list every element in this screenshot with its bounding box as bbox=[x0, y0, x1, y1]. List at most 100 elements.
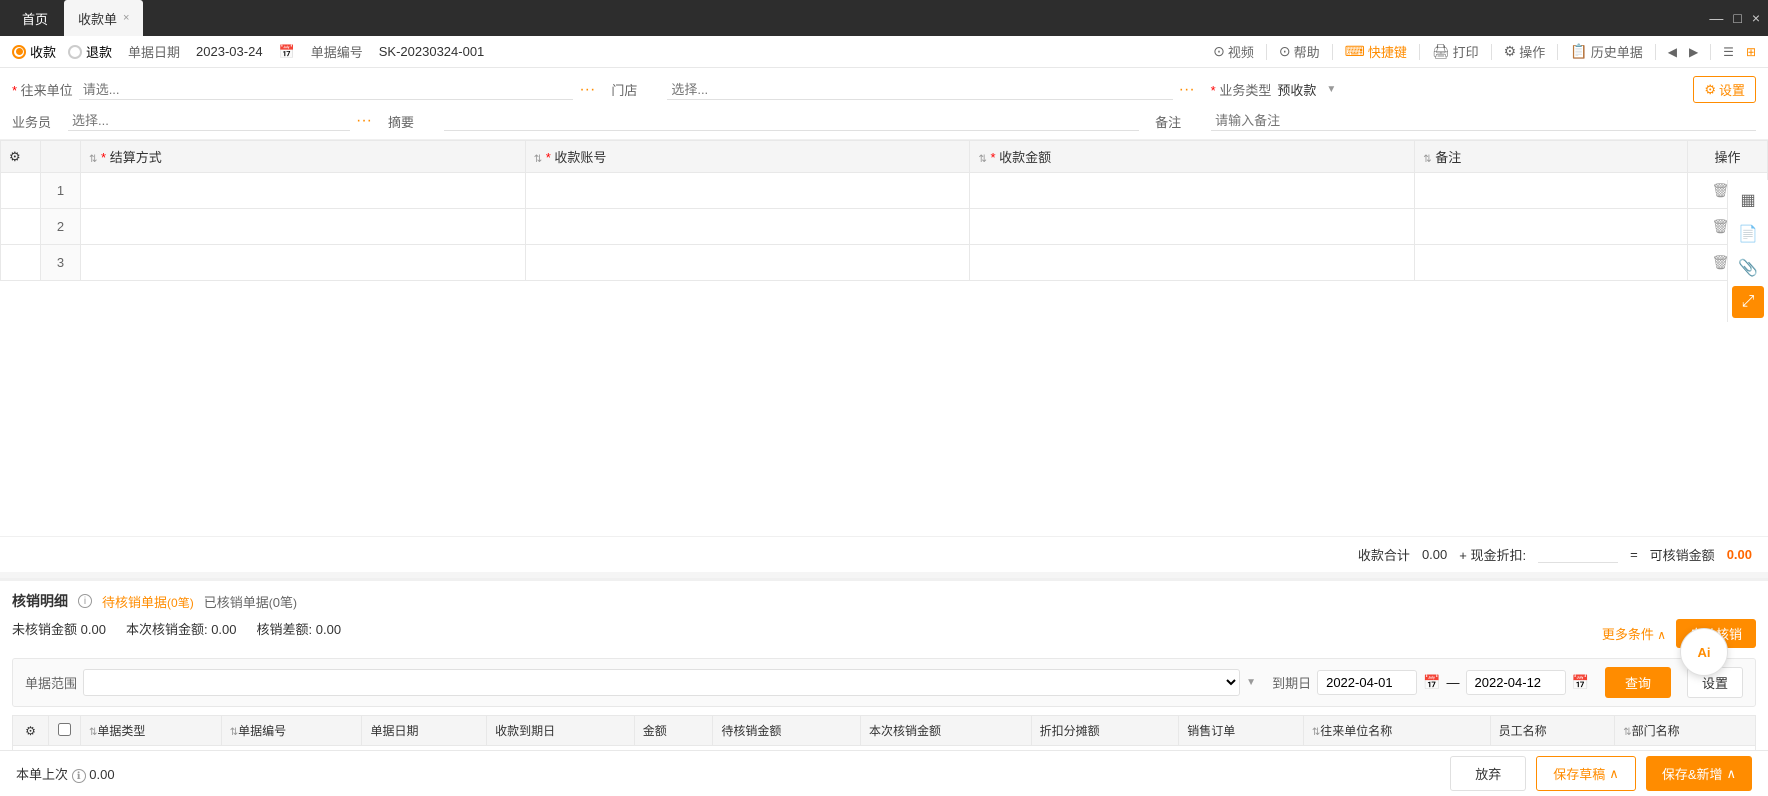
row-num-1: 1 bbox=[41, 173, 81, 209]
receipt-table: ⚙ ⇅ 结算方式 ⇅ 收款账号 ⇅ 收款金额 bbox=[0, 140, 1768, 281]
sort-icon[interactable]: ⇅ bbox=[89, 154, 97, 165]
sidebar-table-icon[interactable]: ▦ bbox=[1732, 184, 1764, 216]
remark-input[interactable] bbox=[1211, 111, 1756, 131]
list-view-btn[interactable]: ☰ bbox=[1723, 45, 1734, 59]
history-btn[interactable]: 📋 历史单据 bbox=[1570, 42, 1642, 61]
cell-settlement-2[interactable] bbox=[81, 209, 526, 245]
calendar-icon[interactable]: 📅 bbox=[279, 44, 295, 60]
cell-account-1[interactable] bbox=[525, 173, 970, 209]
settings-button[interactable]: ⚙ 设置 bbox=[1693, 76, 1756, 103]
sort-icon[interactable]: ⇅ bbox=[1312, 727, 1320, 738]
cell-amount-1[interactable] bbox=[970, 173, 1415, 209]
summary-input[interactable] bbox=[444, 111, 1139, 131]
sort-icon[interactable]: ⇅ bbox=[89, 727, 97, 738]
cell-account-3[interactable] bbox=[525, 245, 970, 281]
cal-to-icon[interactable]: 📅 bbox=[1572, 674, 1589, 691]
query-filter-row: 单据范围 ▼ 到期日 📅 — 📅 查询 设置 bbox=[12, 658, 1756, 707]
close-tab-icon[interactable]: × bbox=[123, 12, 129, 24]
grid-view-btn[interactable]: ⊞ bbox=[1746, 45, 1756, 59]
col-row-num bbox=[41, 141, 81, 173]
cell-remark-3[interactable] bbox=[1415, 245, 1688, 281]
cell-amount-3[interactable] bbox=[970, 245, 1415, 281]
salesperson-input[interactable] bbox=[68, 111, 350, 131]
sort-icon[interactable]: ⇅ bbox=[1423, 154, 1431, 165]
store-input[interactable] bbox=[667, 80, 1172, 100]
cell-remark-2[interactable] bbox=[1415, 209, 1688, 245]
print-btn[interactable]: 🖨 打印 bbox=[1432, 42, 1479, 61]
range-select[interactable] bbox=[83, 669, 1240, 696]
query-button[interactable]: 查询 bbox=[1605, 667, 1671, 698]
divider bbox=[1557, 44, 1558, 60]
col-employee: 员工名称 bbox=[1490, 716, 1615, 746]
sidebar-doc-icon[interactable]: 📄 bbox=[1732, 218, 1764, 250]
summary-label: 摘要 bbox=[388, 112, 438, 131]
ai-badge[interactable]: Ai bbox=[1680, 628, 1728, 676]
abandon-button[interactable]: 放弃 bbox=[1450, 756, 1526, 791]
bottom-bar: 本单上次 ℹ 0.00 放弃 保存草稿 ∧ 保存&新增 ∧ bbox=[0, 750, 1768, 796]
sidebar-expand-icon[interactable]: ⤢ bbox=[1732, 286, 1764, 318]
table-row: 3 🗑 ⧉ bbox=[1, 245, 1768, 281]
minimize-icon[interactable]: — bbox=[1709, 10, 1723, 26]
col-amount: 金额 bbox=[634, 716, 713, 746]
save-draft-button[interactable]: 保存草稿 ∧ bbox=[1536, 756, 1636, 791]
prev-btn[interactable]: ◀ bbox=[1668, 45, 1677, 59]
sort-icon[interactable]: ⇅ bbox=[978, 154, 986, 165]
cell-remark-1[interactable] bbox=[1415, 173, 1688, 209]
keyboard-icon: ⌨ bbox=[1345, 43, 1365, 60]
cell-settlement-1[interactable] bbox=[81, 173, 526, 209]
row-num-3: 3 bbox=[41, 245, 81, 281]
col-checkbox[interactable] bbox=[49, 716, 81, 746]
nav-tab-home[interactable]: 首页 bbox=[8, 0, 62, 36]
diff-stat: 核销差额: 0.00 bbox=[257, 619, 342, 638]
refund-radio[interactable]: 退款 bbox=[68, 42, 112, 61]
divider bbox=[1491, 44, 1492, 60]
sort-icon[interactable]: ⇅ bbox=[534, 154, 542, 165]
date-from-input[interactable] bbox=[1317, 670, 1417, 695]
pending-tab[interactable]: 待核销单据(0笔) bbox=[102, 592, 194, 611]
cell-amount-2[interactable] bbox=[970, 209, 1415, 245]
counterpart-input[interactable] bbox=[79, 80, 574, 100]
cell-account-2[interactable] bbox=[525, 209, 970, 245]
number-value: SK-20230324-001 bbox=[379, 44, 485, 59]
video-btn[interactable]: ⊙ 视频 bbox=[1213, 42, 1254, 61]
settings-icon: ⚙ bbox=[1704, 82, 1716, 98]
done-tab[interactable]: 已核销单据(0笔) bbox=[204, 592, 297, 611]
store-more-icon[interactable]: ··· bbox=[1179, 81, 1195, 99]
row-num-2: 2 bbox=[41, 209, 81, 245]
operation-btn[interactable]: ⚙ 操作 bbox=[1504, 42, 1546, 61]
sort-icon[interactable]: ⇅ bbox=[1623, 727, 1631, 738]
date-value[interactable]: 2023-03-24 bbox=[196, 44, 263, 59]
save-new-button[interactable]: 保存&新增 ∧ bbox=[1646, 756, 1752, 791]
shortcut-btn[interactable]: ⌨ 快捷键 bbox=[1345, 42, 1407, 61]
business-type-chevron[interactable]: ▼ bbox=[1326, 84, 1336, 95]
date-to-input[interactable] bbox=[1466, 670, 1566, 695]
sidebar-clip-icon[interactable]: 📎 bbox=[1732, 252, 1764, 284]
cal-from-icon[interactable]: 📅 bbox=[1423, 674, 1440, 691]
bottom-info-icon[interactable]: ℹ bbox=[72, 769, 86, 783]
salesperson-label: 业务员 bbox=[12, 112, 62, 131]
verification-info-icon[interactable]: i bbox=[78, 594, 92, 608]
sort-icon[interactable]: ⇅ bbox=[230, 727, 238, 738]
top-nav: 首页 收款单 × — □ × bbox=[0, 0, 1768, 36]
select-all-checkbox[interactable] bbox=[58, 723, 71, 736]
col-settlement: ⇅ 结算方式 bbox=[81, 141, 526, 173]
cell-settlement-3[interactable] bbox=[81, 245, 526, 281]
next-btn[interactable]: ▶ bbox=[1689, 45, 1698, 59]
close-window-icon[interactable]: × bbox=[1752, 10, 1760, 26]
counterpart-more-icon[interactable]: ··· bbox=[579, 81, 595, 99]
range-chevron[interactable]: ▼ bbox=[1246, 677, 1256, 688]
draft-chevron-icon: ∧ bbox=[1609, 766, 1619, 782]
col-settings-icon[interactable]: ⚙ bbox=[1, 141, 41, 173]
maximize-icon[interactable]: □ bbox=[1733, 10, 1741, 26]
help-btn[interactable]: ⊙ 帮助 bbox=[1279, 42, 1320, 61]
nav-tab-receipt[interactable]: 收款单 × bbox=[64, 0, 143, 36]
help-icon: ⊙ bbox=[1279, 43, 1291, 60]
discount-input[interactable] bbox=[1538, 547, 1618, 563]
col-settings-v[interactable]: ⚙ bbox=[13, 716, 49, 746]
more-conditions-btn[interactable]: 更多条件 ∧ bbox=[1602, 624, 1666, 643]
salesperson-more-icon[interactable]: ··· bbox=[356, 112, 372, 130]
bottom-actions: 放弃 保存草稿 ∧ 保存&新增 ∧ bbox=[1450, 756, 1752, 791]
divider bbox=[1266, 44, 1267, 60]
receipt-radio[interactable]: 收款 bbox=[12, 42, 56, 61]
remark-field: 备注 bbox=[1155, 111, 1756, 131]
